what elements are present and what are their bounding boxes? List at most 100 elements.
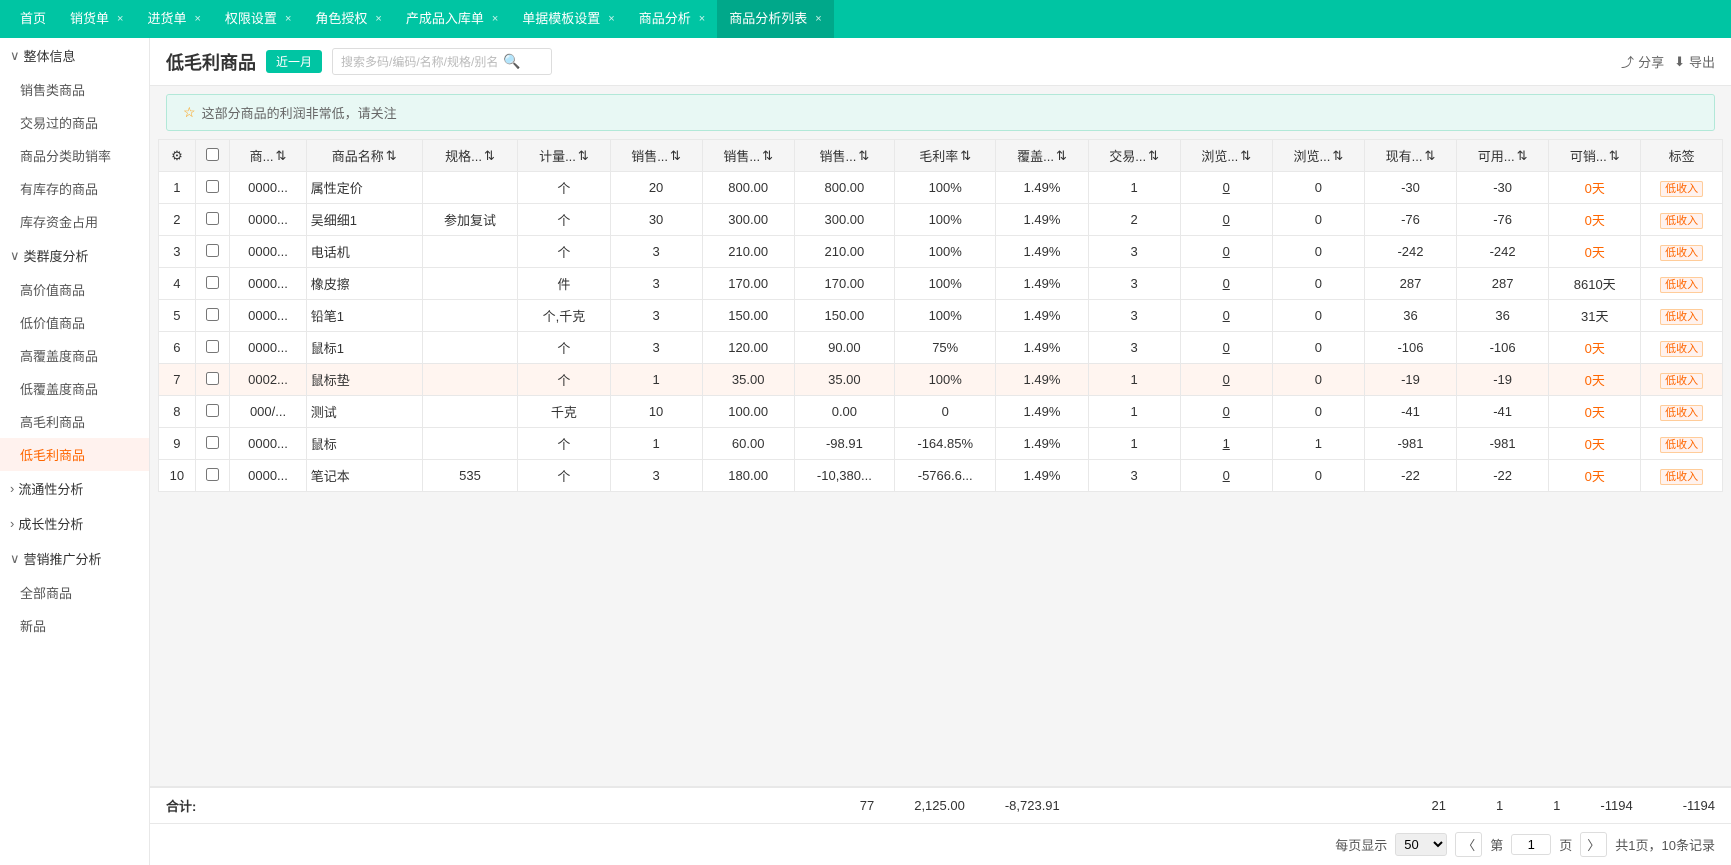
nav-permission[interactable]: 权限设置 × (213, 0, 303, 38)
close-icon[interactable]: × (699, 0, 705, 38)
per-page-select[interactable]: 50 100 200 (1395, 833, 1447, 856)
cell-transaction: 3 (1088, 236, 1180, 268)
th-coverage[interactable]: 覆盖... ⇅ (996, 140, 1088, 172)
nav-home[interactable]: 首页 (8, 0, 58, 38)
nav-role-auth[interactable]: 角色授权 × (303, 0, 393, 38)
cell-no: 6 (159, 332, 196, 364)
cell-checkbox[interactable] (195, 364, 230, 396)
sidebar-item-high-margin[interactable]: 高毛利商品 (0, 405, 149, 438)
nav-product-analysis-list[interactable]: 商品分析列表 × (717, 0, 833, 38)
close-icon[interactable]: × (608, 0, 614, 38)
cell-checkbox[interactable] (195, 204, 230, 236)
nav-purchase-order[interactable]: 进货单 × (135, 0, 212, 38)
search-box[interactable]: 搜索多码/编码/名称/规格/别名 🔍 (332, 48, 552, 75)
cell-gross-rate: 0 (895, 396, 996, 428)
header-actions: ⤴ 分享 ⬇ 导出 (1621, 52, 1715, 71)
th-gross-rate[interactable]: 毛利率 ⇅ (895, 140, 996, 172)
cell-checkbox[interactable] (195, 428, 230, 460)
cell-browse1[interactable]: 0 (1180, 332, 1272, 364)
next-page-button[interactable]: 〉 (1580, 832, 1607, 857)
cell-checkbox[interactable] (195, 332, 230, 364)
sidebar-item-in-stock[interactable]: 有库存的商品 (0, 172, 149, 205)
sidebar-item-low-value[interactable]: 低价值商品 (0, 306, 149, 339)
sidebar-group-marketing[interactable]: ∨ 营销推广分析 (0, 541, 149, 576)
sidebar: ∨ 整体信息 销售类商品 交易过的商品 商品分类助销率 有库存的商品 库存资金占… (0, 38, 150, 865)
th-checkbox[interactable] (195, 140, 230, 172)
th-tag[interactable]: 标签 (1641, 140, 1723, 172)
sidebar-item-high-coverage[interactable]: 高覆盖度商品 (0, 339, 149, 372)
cell-browse1[interactable]: 0 (1180, 236, 1272, 268)
cell-checkbox[interactable] (195, 236, 230, 268)
th-spec[interactable]: 规格... ⇅ (422, 140, 518, 172)
sidebar-item-sales-products[interactable]: 销售类商品 (0, 73, 149, 106)
cell-browse1[interactable]: 0 (1180, 300, 1272, 332)
cell-checkbox[interactable] (195, 172, 230, 204)
close-icon[interactable]: × (285, 0, 291, 38)
cell-checkbox[interactable] (195, 300, 230, 332)
th-sales-qty[interactable]: 销售... ⇅ (610, 140, 702, 172)
sidebar-item-traded-products[interactable]: 交易过的商品 (0, 106, 149, 139)
sidebar-group-liquidity[interactable]: › 流通性分析 (0, 471, 149, 506)
total-browse2: 1 (1553, 798, 1560, 813)
close-icon[interactable]: × (375, 0, 381, 38)
sidebar-item-capital[interactable]: 库存资金占用 (0, 205, 149, 238)
cell-browse1[interactable]: 0 (1180, 204, 1272, 236)
th-code[interactable]: 商... ⇅ (230, 140, 306, 172)
cell-browse1[interactable]: 1 (1180, 428, 1272, 460)
th-transaction[interactable]: 交易... ⇅ (1088, 140, 1180, 172)
th-browse2[interactable]: 浏览... ⇅ (1272, 140, 1364, 172)
page-input[interactable] (1511, 834, 1551, 855)
sidebar-item-category-rate[interactable]: 商品分类助销率 (0, 139, 149, 172)
th-settings[interactable]: ⚙ (159, 140, 196, 172)
page-header: 低毛利商品 近一月 搜索多码/编码/名称/规格/别名 🔍 ⤴ 分享 ⬇ 导出 (150, 38, 1731, 86)
cell-browse1[interactable]: 0 (1180, 460, 1272, 492)
cell-sales-price: 170.00 (702, 268, 794, 300)
cell-no: 9 (159, 428, 196, 460)
cell-checkbox[interactable] (195, 268, 230, 300)
prev-page-button[interactable]: 〈 (1455, 832, 1482, 857)
close-icon[interactable]: × (194, 0, 200, 38)
cell-checkbox[interactable] (195, 396, 230, 428)
th-saleable[interactable]: 可销... ⇅ (1549, 140, 1641, 172)
th-available[interactable]: 可用... ⇅ (1457, 140, 1549, 172)
cell-checkbox[interactable] (195, 460, 230, 492)
th-sales-price[interactable]: 销售... ⇅ (702, 140, 794, 172)
th-name[interactable]: 商品名称 ⇅ (306, 140, 422, 172)
th-unit[interactable]: 计量... ⇅ (518, 140, 610, 172)
sidebar-group-growth[interactable]: › 成长性分析 (0, 506, 149, 541)
cell-browse1[interactable]: 0 (1180, 364, 1272, 396)
sidebar-item-new-products[interactable]: 新品 (0, 609, 149, 642)
export-button[interactable]: ⬇ 导出 (1674, 52, 1715, 71)
cell-browse2: 0 (1272, 172, 1364, 204)
nav-product-storage[interactable]: 产成品入库单 × (394, 0, 510, 38)
sidebar-item-low-coverage[interactable]: 低覆盖度商品 (0, 372, 149, 405)
period-button[interactable]: 近一月 (266, 50, 322, 73)
chevron-right-icon: › (10, 516, 14, 531)
th-current-stock[interactable]: 现有... ⇅ (1364, 140, 1456, 172)
nav-sales-order[interactable]: 销货单 × (58, 0, 135, 38)
cell-browse1[interactable]: 0 (1180, 396, 1272, 428)
close-icon[interactable]: × (117, 0, 123, 38)
sidebar-group-overall[interactable]: ∨ 整体信息 (0, 38, 149, 73)
select-all-checkbox[interactable] (206, 148, 219, 161)
cell-browse1[interactable]: 0 (1180, 268, 1272, 300)
sidebar-item-high-value[interactable]: 高价值商品 (0, 273, 149, 306)
sidebar-group-cluster[interactable]: ∨ 类群度分析 (0, 238, 149, 273)
sidebar-item-all-products[interactable]: 全部商品 (0, 576, 149, 609)
cell-tag: 低收入 (1641, 460, 1723, 492)
close-icon[interactable]: × (492, 0, 498, 38)
cell-current-stock: -106 (1364, 332, 1456, 364)
table-container[interactable]: ⚙ 商... ⇅ 商品名称 ⇅ 规格... ⇅ 计量... ⇅ 销售... ⇅ … (150, 139, 1731, 786)
close-icon[interactable]: × (815, 0, 821, 38)
nav-product-analysis[interactable]: 商品分析 × (627, 0, 717, 38)
cell-saleable: 0天 (1549, 460, 1641, 492)
th-sales-amount[interactable]: 销售... ⇅ (794, 140, 894, 172)
share-button[interactable]: ⤴ 分享 (1621, 52, 1664, 71)
cell-spec (422, 268, 518, 300)
th-browse1[interactable]: 浏览... ⇅ (1180, 140, 1272, 172)
search-icon[interactable]: 🔍 (503, 53, 520, 70)
total-sales-price: 2,125.00 (914, 798, 965, 813)
sidebar-item-low-margin[interactable]: 低毛利商品 (0, 438, 149, 471)
nav-template-settings[interactable]: 单据模板设置 × (510, 0, 626, 38)
cell-browse1[interactable]: 0 (1180, 172, 1272, 204)
